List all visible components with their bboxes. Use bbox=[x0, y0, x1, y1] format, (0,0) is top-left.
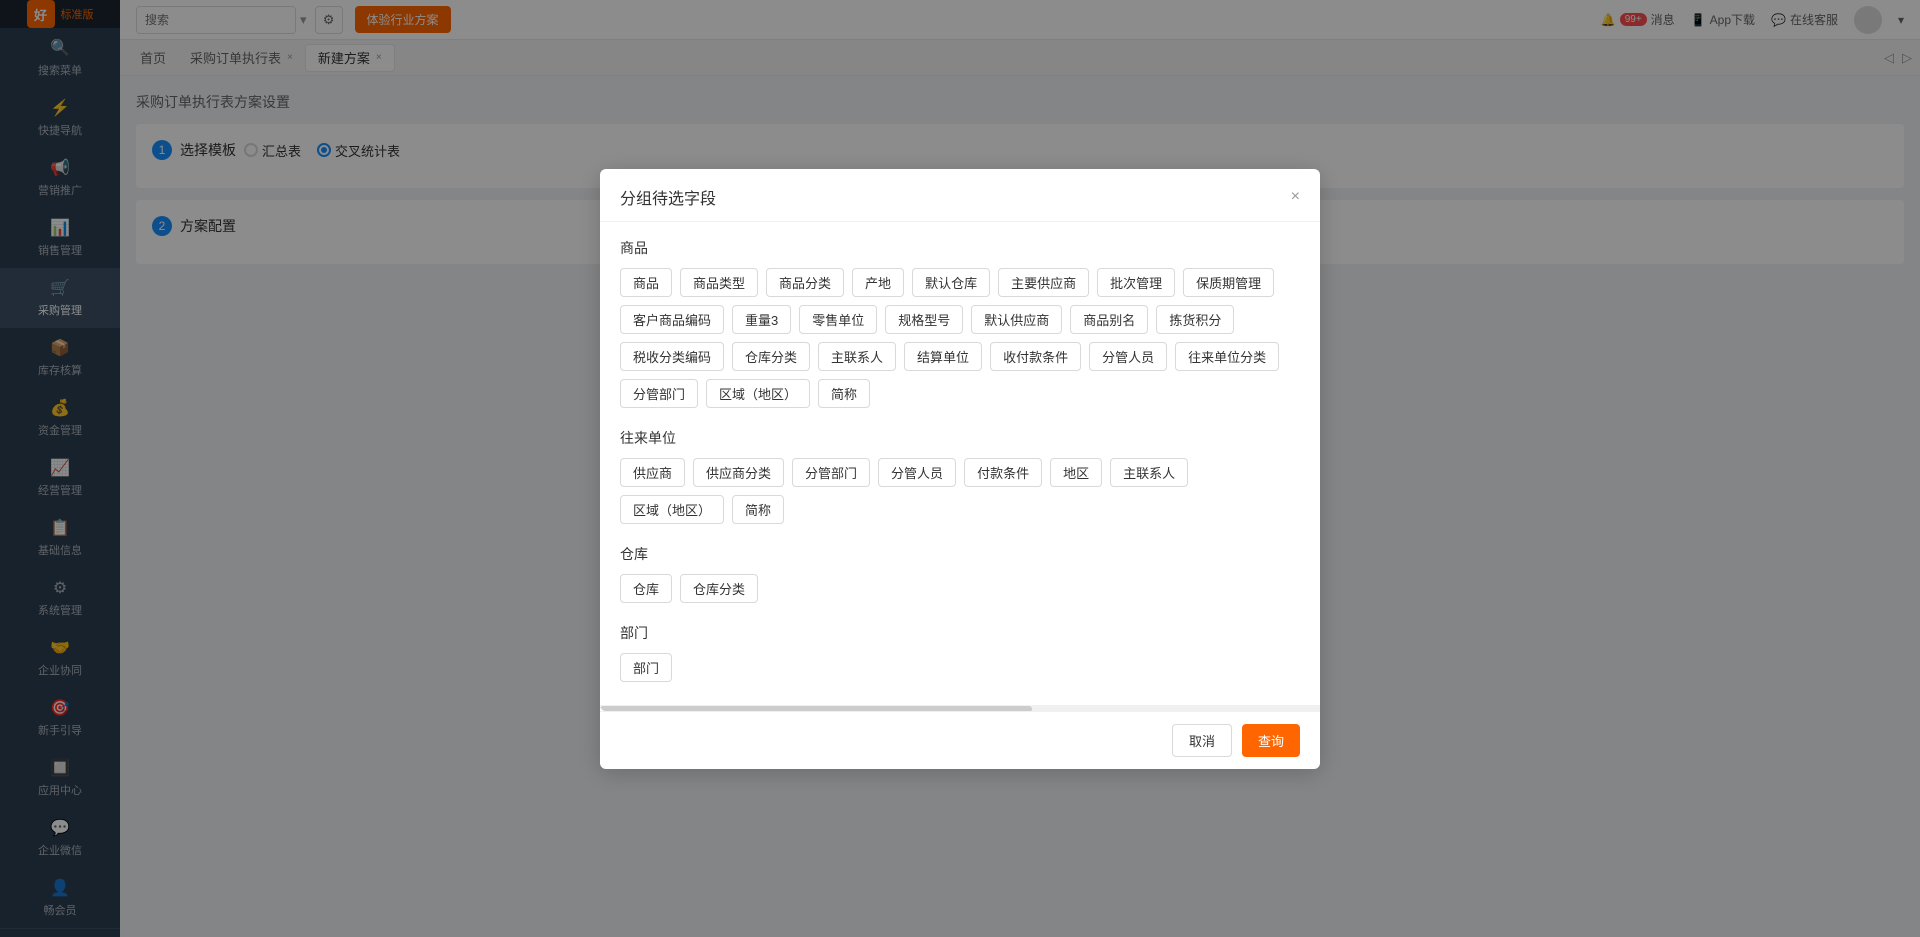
field-tag-1-4[interactable]: 付款条件 bbox=[964, 458, 1042, 487]
field-select-modal: 分组待选字段 × 商品商品商品类型商品分类产地默认仓库主要供应商批次管理保质期管… bbox=[600, 169, 1320, 769]
field-tag-0-10[interactable]: 零售单位 bbox=[799, 305, 877, 334]
field-section-title-2: 仓库 bbox=[620, 544, 1300, 564]
field-tag-0-8[interactable]: 客户商品编码 bbox=[620, 305, 724, 334]
field-tag-2-0[interactable]: 仓库 bbox=[620, 574, 672, 603]
field-tags-0: 商品商品类型商品分类产地默认仓库主要供应商批次管理保质期管理客户商品编码重量3 零… bbox=[620, 268, 1300, 408]
field-tag-0-4[interactable]: 默认仓库 bbox=[912, 268, 990, 297]
modal-footer: 取消 查询 bbox=[600, 711, 1320, 769]
field-tag-0-13[interactable]: 商品别名 bbox=[1070, 305, 1148, 334]
field-tag-0-2[interactable]: 商品分类 bbox=[766, 268, 844, 297]
field-tag-0-16[interactable]: 仓库分类 bbox=[732, 342, 810, 371]
field-section-title-1: 往来单位 bbox=[620, 428, 1300, 448]
field-tag-0-24[interactable]: 简称 bbox=[818, 379, 870, 408]
field-tag-0-21[interactable]: 往来单位分类 bbox=[1175, 342, 1279, 371]
field-tag-1-5[interactable]: 地区 bbox=[1050, 458, 1102, 487]
modal-scrollbar-thumb bbox=[600, 706, 1032, 711]
cancel-button[interactable]: 取消 bbox=[1172, 724, 1232, 757]
field-tags-3: 部门 bbox=[620, 653, 1300, 682]
field-tag-1-0[interactable]: 供应商 bbox=[620, 458, 685, 487]
field-tag-0-0[interactable]: 商品 bbox=[620, 268, 672, 297]
field-section-3: 部门部门 bbox=[620, 623, 1300, 682]
field-tag-3-0[interactable]: 部门 bbox=[620, 653, 672, 682]
field-tag-0-12[interactable]: 默认供应商 bbox=[971, 305, 1062, 334]
field-tag-0-7[interactable]: 保质期管理 bbox=[1183, 268, 1274, 297]
field-section-0: 商品商品商品类型商品分类产地默认仓库主要供应商批次管理保质期管理客户商品编码重量… bbox=[620, 238, 1300, 408]
field-tag-0-19[interactable]: 收付款条件 bbox=[990, 342, 1081, 371]
field-tag-1-1[interactable]: 供应商分类 bbox=[693, 458, 784, 487]
modal-title: 分组待选字段 bbox=[620, 185, 716, 209]
field-tag-0-11[interactable]: 规格型号 bbox=[885, 305, 963, 334]
field-tag-0-15[interactable]: 税收分类编码 bbox=[620, 342, 724, 371]
field-tag-2-1[interactable]: 仓库分类 bbox=[680, 574, 758, 603]
modal-overlay: 分组待选字段 × 商品商品商品类型商品分类产地默认仓库主要供应商批次管理保质期管… bbox=[0, 0, 1920, 937]
field-tags-1: 供应商供应商分类分管部门分管人员付款条件地区主联系人区域（地区） 简称 bbox=[620, 458, 1300, 524]
field-tag-0-23[interactable]: 区域（地区） bbox=[706, 379, 810, 408]
modal-horizontal-scrollbar[interactable] bbox=[600, 705, 1320, 711]
modal-header: 分组待选字段 × bbox=[600, 169, 1320, 222]
modal-body: 商品商品商品类型商品分类产地默认仓库主要供应商批次管理保质期管理客户商品编码重量… bbox=[600, 222, 1320, 705]
field-tag-0-1[interactable]: 商品类型 bbox=[680, 268, 758, 297]
field-tag-1-3[interactable]: 分管人员 bbox=[878, 458, 956, 487]
field-tag-0-9[interactable]: 重量3 bbox=[732, 305, 791, 334]
field-tags-2: 仓库仓库分类 bbox=[620, 574, 1300, 603]
field-tag-0-17[interactable]: 主联系人 bbox=[818, 342, 896, 371]
field-tag-0-3[interactable]: 产地 bbox=[852, 268, 904, 297]
field-tag-0-18[interactable]: 结算单位 bbox=[904, 342, 982, 371]
field-tag-0-22[interactable]: 分管部门 bbox=[620, 379, 698, 408]
field-section-2: 仓库仓库仓库分类 bbox=[620, 544, 1300, 603]
field-section-1: 往来单位供应商供应商分类分管部门分管人员付款条件地区主联系人区域（地区） 简称 bbox=[620, 428, 1300, 524]
field-section-title-3: 部门 bbox=[620, 623, 1300, 643]
field-tag-1-2[interactable]: 分管部门 bbox=[792, 458, 870, 487]
field-tag-0-20[interactable]: 分管人员 bbox=[1089, 342, 1167, 371]
field-tag-0-14[interactable]: 拣货积分 bbox=[1156, 305, 1234, 334]
field-tag-1-6[interactable]: 主联系人 bbox=[1110, 458, 1188, 487]
field-tag-1-7[interactable]: 区域（地区） bbox=[620, 495, 724, 524]
field-section-title-0: 商品 bbox=[620, 238, 1300, 258]
field-tag-0-5[interactable]: 主要供应商 bbox=[998, 268, 1089, 297]
field-tag-0-6[interactable]: 批次管理 bbox=[1097, 268, 1175, 297]
modal-close-button[interactable]: × bbox=[1291, 188, 1300, 206]
confirm-button[interactable]: 查询 bbox=[1242, 724, 1300, 757]
field-tag-1-8[interactable]: 简称 bbox=[732, 495, 784, 524]
